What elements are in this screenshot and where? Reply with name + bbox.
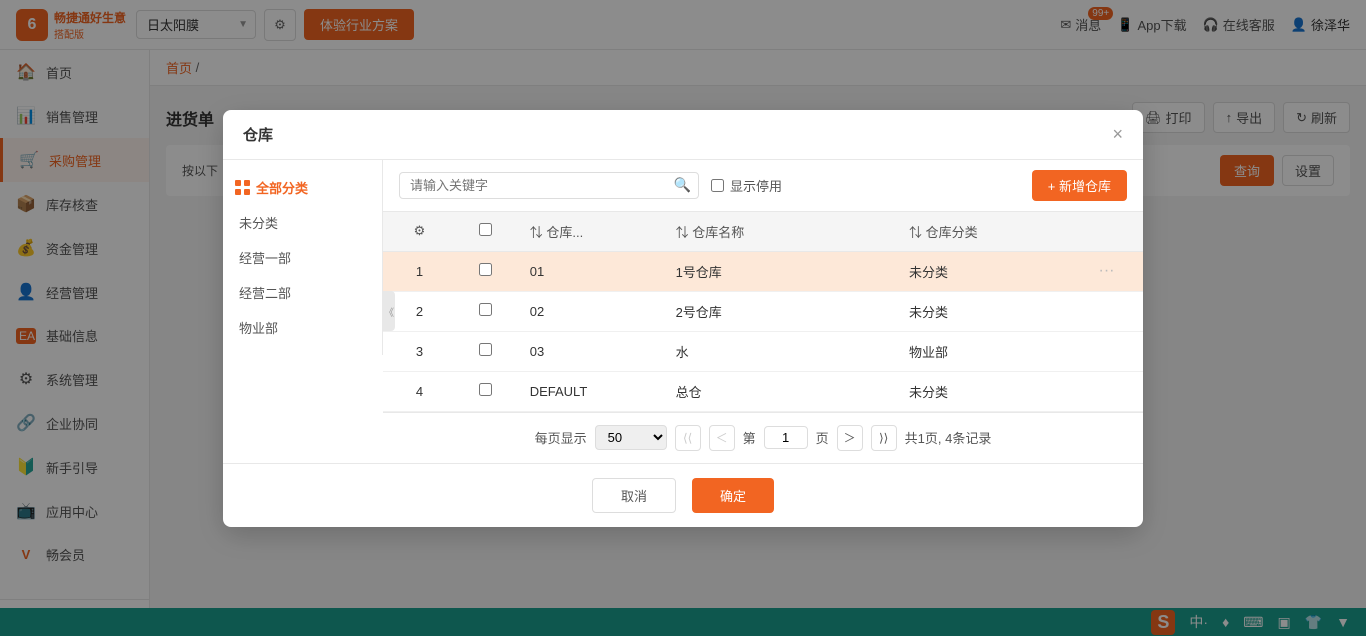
row-category: 未分类 (895, 251, 1070, 291)
add-warehouse-button[interactable]: + 新增仓库 (1032, 170, 1127, 201)
th-name: ⇅ 仓库名称 (662, 212, 895, 252)
row-more-button[interactable]: ··· (1070, 251, 1143, 291)
row-category: 未分类 (895, 291, 1070, 331)
search-input[interactable] (399, 172, 699, 199)
th-code: ⇅ 仓库... (516, 212, 662, 252)
row-name: 2号仓库 (662, 291, 895, 331)
warehouse-table: ⚙ ⇅ 仓库... ⇅ (383, 212, 1143, 412)
table-row[interactable]: 2 02 2号仓库 未分类 (383, 291, 1143, 331)
modal-content: 🔍 显示停用 + 新增仓库 ⚙ (383, 160, 1143, 463)
table-row[interactable]: 1 01 1号仓库 未分类 ··· (383, 251, 1143, 291)
grid-icon (235, 180, 250, 195)
row-index: 3 (383, 331, 456, 371)
per-page-select[interactable]: 50 20 100 (595, 425, 667, 450)
pagination: 每页显示 50 20 100 ⟨⟨ ＜ 第 页 ＞ ⟩⟩ 共1页, 4条记录 (383, 412, 1143, 463)
sort-icon-cat: ⇅ (909, 225, 922, 240)
row-code: 02 (516, 291, 662, 331)
table-row[interactable]: 4 DEFAULT 总仓 未分类 (383, 371, 1143, 411)
row-more-button[interactable] (1070, 291, 1143, 331)
row-index: 4 (383, 371, 456, 411)
sort-icon-name: ⇅ (676, 225, 689, 240)
row-code: DEFAULT (516, 371, 662, 411)
row-checkbox-cell[interactable] (456, 331, 516, 371)
row-checkbox-cell[interactable] (456, 251, 516, 291)
row-code: 01 (516, 251, 662, 291)
modal-title: 仓库 (243, 124, 273, 145)
row-more-button[interactable] (1070, 371, 1143, 411)
cancel-button[interactable]: 取消 (592, 478, 676, 513)
select-all-checkbox[interactable] (479, 223, 492, 236)
modal-toolbar: 🔍 显示停用 + 新增仓库 (383, 160, 1143, 212)
first-page-button[interactable]: ⟨⟨ (675, 425, 701, 451)
row-name: 1号仓库 (662, 251, 895, 291)
row-category: 未分类 (895, 371, 1070, 411)
modal-close-button[interactable]: × (1112, 125, 1123, 143)
row-category: 物业部 (895, 331, 1070, 371)
last-page-button[interactable]: ⟩⟩ (871, 425, 897, 451)
row-checkbox[interactable] (479, 263, 492, 276)
row-name: 总仓 (662, 371, 895, 411)
th-category: ⇅ 仓库分类 (895, 212, 1070, 252)
table-row[interactable]: 3 03 水 物业部 (383, 331, 1143, 371)
category-item-unclassified[interactable]: 未分类 (223, 205, 382, 240)
more-icon[interactable]: ··· (1099, 262, 1115, 279)
search-icon[interactable]: 🔍 (674, 177, 691, 194)
modal-sidebar-wrap: 全部分类 未分类 经营一部 经营二部 物业部 《 (223, 160, 383, 463)
th-more (1070, 212, 1143, 252)
row-name: 水 (662, 331, 895, 371)
sort-icon: ⇅ (530, 225, 543, 240)
gear-icon[interactable]: ⚙ (414, 223, 426, 238)
row-more-button[interactable] (1070, 331, 1143, 371)
category-all[interactable]: 全部分类 (223, 170, 382, 205)
row-checkbox-cell[interactable] (456, 291, 516, 331)
confirm-button[interactable]: 确定 (692, 478, 774, 513)
next-page-button[interactable]: ＞ (837, 425, 863, 451)
row-checkbox[interactable] (479, 343, 492, 356)
modal-header: 仓库 × (223, 110, 1143, 160)
modal-footer: 取消 确定 (223, 463, 1143, 527)
row-checkbox-cell[interactable] (456, 371, 516, 411)
page-number-input[interactable] (764, 426, 808, 449)
search-wrap: 🔍 (399, 172, 699, 199)
row-checkbox[interactable] (479, 303, 492, 316)
modal-overlay: 仓库 × 全部分类 未分类 经营一部 经营二部 物业部 (0, 0, 1366, 636)
prev-page-button[interactable]: ＜ (709, 425, 735, 451)
modal-sidebar: 全部分类 未分类 经营一部 经营二部 物业部 (223, 160, 383, 355)
modal-body: 全部分类 未分类 经营一部 经营二部 物业部 《 🔍 (223, 160, 1143, 463)
category-item-dept2[interactable]: 经营二部 (223, 275, 382, 310)
th-checkbox (456, 212, 516, 252)
show-disabled-label[interactable]: 显示停用 (711, 176, 782, 195)
show-disabled-checkbox[interactable] (711, 179, 724, 192)
warehouse-modal: 仓库 × 全部分类 未分类 经营一部 经营二部 物业部 (223, 110, 1143, 527)
row-code: 03 (516, 331, 662, 371)
sidebar-collapse-button[interactable]: 《 (383, 291, 395, 331)
row-index: 1 (383, 251, 456, 291)
row-checkbox[interactable] (479, 383, 492, 396)
category-item-property[interactable]: 物业部 (223, 310, 382, 345)
table-header-row: ⚙ ⇅ 仓库... ⇅ (383, 212, 1143, 252)
th-gear: ⚙ (383, 212, 456, 252)
category-item-dept1[interactable]: 经营一部 (223, 240, 382, 275)
